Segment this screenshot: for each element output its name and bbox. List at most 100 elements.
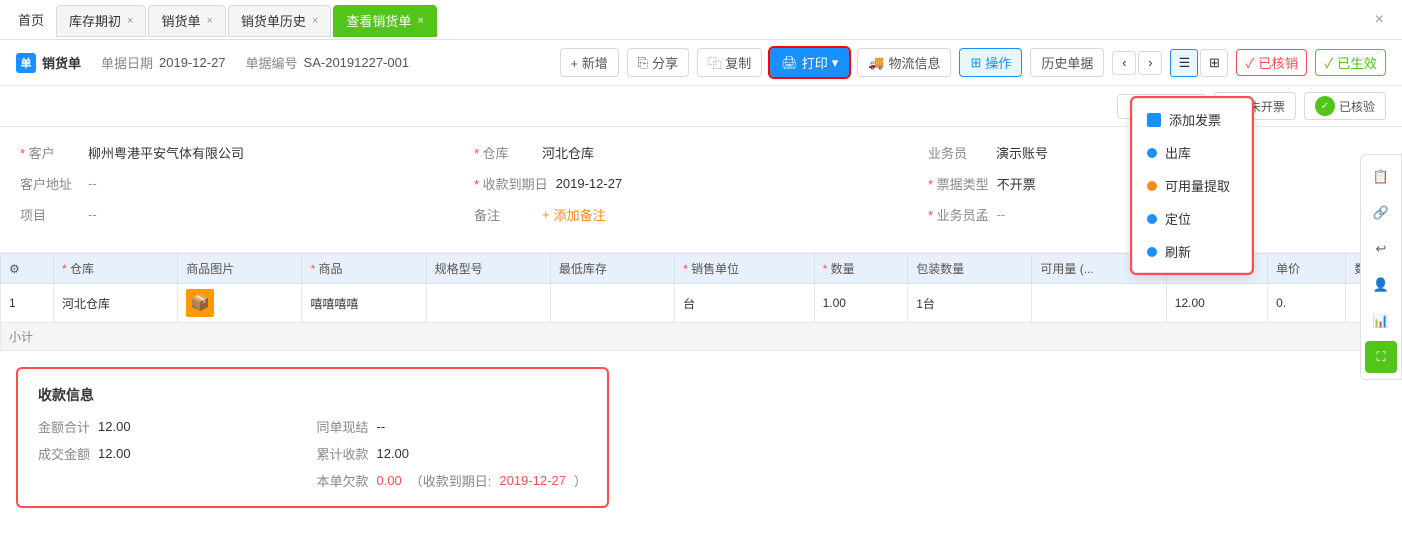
date-label: 单据日期 bbox=[101, 53, 153, 72]
tab-inventory-label: 库存期初 bbox=[69, 11, 121, 30]
nav-arrows: ‹ › bbox=[1112, 51, 1162, 75]
logistics-button[interactable]: 🚚 物流信息 bbox=[857, 48, 951, 77]
address-label: 客户地址 bbox=[20, 174, 80, 193]
product-img-icon: 📦 bbox=[190, 293, 210, 313]
th-min-stock: 最低库存 bbox=[550, 254, 674, 284]
sidebar-icon-expand[interactable]: ⛶ bbox=[1365, 341, 1397, 373]
payment-transaction: 成交金额 12.00 bbox=[38, 444, 308, 463]
sidebar-icon-user[interactable]: 👤 bbox=[1365, 269, 1397, 301]
refresh-icon bbox=[1147, 247, 1157, 257]
payment-transaction-label: 成交金额 bbox=[38, 444, 90, 463]
th-package: 包装数量 bbox=[908, 254, 1032, 284]
tab-view-sales[interactable]: 查看销货单 × bbox=[333, 5, 436, 37]
cell-package: 1台 bbox=[908, 284, 1032, 323]
not-open-label: 未开票 bbox=[1249, 98, 1285, 115]
th-unit: * 销售单位 bbox=[675, 254, 815, 284]
subtotal-row: 小计 bbox=[1, 323, 1402, 351]
warehouse-label: 仓库 bbox=[474, 143, 534, 162]
add-invoice-icon bbox=[1147, 113, 1161, 127]
tab-sales-label: 销货单 bbox=[161, 11, 200, 30]
status-effective-button[interactable]: ✓ 已生效 bbox=[1315, 49, 1386, 76]
share-label: 分享 bbox=[652, 53, 678, 72]
sidebar-icon-chart[interactable]: 📊 bbox=[1365, 305, 1397, 337]
sidebar-icon-link[interactable]: 🔗 bbox=[1365, 197, 1397, 229]
th-product: * 商品 bbox=[302, 254, 426, 284]
menu-item-outbound[interactable]: 出库 bbox=[1133, 136, 1251, 169]
tab-view-sales-label: 查看销货单 bbox=[346, 11, 411, 30]
operate-icon: ⊞ bbox=[970, 55, 981, 71]
warehouse-field: 仓库 河北仓库 bbox=[474, 143, 928, 162]
product-image: 📦 bbox=[186, 289, 214, 317]
share-icon: ⎘ bbox=[638, 55, 648, 71]
history-label: 历史单据 bbox=[1041, 53, 1093, 72]
doc-icon: 单 bbox=[16, 53, 36, 73]
operate-button[interactable]: ⊞ 操作 bbox=[959, 48, 1022, 77]
payment-grid: 金额合计 12.00 同单现结 -- 成交金额 12.00 累计收款 12.00 bbox=[38, 417, 587, 490]
tab-inventory-close[interactable]: × bbox=[127, 15, 133, 27]
th-settings[interactable]: ⚙ bbox=[1, 254, 54, 284]
cell-product: 嘻嘻嘻嘻 bbox=[302, 284, 426, 323]
customer-value: 柳州粤港平安气体有限公司 bbox=[88, 143, 244, 162]
history-records-button[interactable]: 历史单据 bbox=[1030, 48, 1104, 77]
tab-history[interactable]: 销货单历史 × bbox=[228, 5, 331, 37]
add-note-label: 添加备注 bbox=[554, 205, 606, 224]
tab-inventory[interactable]: 库存期初 × bbox=[56, 5, 146, 37]
invoice-type-value: 不开票 bbox=[997, 174, 1036, 193]
due-date-field: 收款到期日 2019-12-27 bbox=[474, 174, 928, 193]
cell-price: 0. bbox=[1268, 284, 1346, 323]
list-view-icon[interactable]: ☰ bbox=[1170, 49, 1198, 77]
sidebar-icon-doc[interactable]: 📋 bbox=[1365, 161, 1397, 193]
cell-available bbox=[1032, 284, 1166, 323]
note-label: 备注 bbox=[474, 205, 534, 224]
prev-arrow[interactable]: ‹ bbox=[1112, 51, 1136, 75]
menu-item-locate[interactable]: 定位 bbox=[1133, 202, 1251, 235]
payment-owed-value: 0.00 bbox=[376, 473, 401, 488]
plus-icon: + bbox=[542, 207, 550, 222]
code-label: 单据编号 bbox=[246, 53, 298, 72]
available-icon bbox=[1147, 181, 1157, 191]
tab-view-sales-close[interactable]: × bbox=[417, 15, 423, 27]
check-green-icon: ✓ bbox=[1324, 56, 1333, 71]
print-button[interactable]: 🖨 打印 ▾ bbox=[770, 48, 849, 77]
payment-total-value: 12.00 bbox=[98, 419, 131, 434]
payment-title: 收款信息 bbox=[38, 385, 587, 405]
cell-image: 📦 bbox=[178, 284, 302, 323]
add-invoice-label: 添加发票 bbox=[1169, 110, 1221, 129]
menu-item-available[interactable]: 可用量提取 bbox=[1133, 169, 1251, 202]
status-cancelled-button[interactable]: ✓ 已核销 bbox=[1236, 49, 1307, 76]
share-button[interactable]: ⎘ 分享 bbox=[627, 48, 689, 77]
logistics-label: 物流信息 bbox=[888, 53, 940, 72]
th-spec: 规格型号 bbox=[426, 254, 550, 284]
print-label: 打印 bbox=[802, 53, 828, 72]
tab-home[interactable]: 首页 bbox=[8, 10, 54, 29]
note-field: 备注 + 添加备注 bbox=[474, 205, 928, 224]
menu-item-add-invoice[interactable]: 添加发票 bbox=[1133, 103, 1251, 136]
staff2-value: -- bbox=[997, 207, 1006, 222]
payment-settlement: 同单现结 -- bbox=[316, 417, 586, 436]
payment-section: 收款信息 金额合计 12.00 同单现结 -- 成交金额 12.00 累计收款 … bbox=[0, 351, 1402, 532]
check-mark-button[interactable]: ✓ 已核验 bbox=[1304, 92, 1386, 120]
tab-history-close[interactable]: × bbox=[312, 15, 318, 27]
add-note-button[interactable]: + 添加备注 bbox=[542, 205, 606, 224]
payment-settlement-value: -- bbox=[376, 419, 385, 434]
available-label: 可用量提取 bbox=[1165, 176, 1230, 195]
address-field: 客户地址 -- bbox=[20, 174, 474, 193]
warehouse-value: 河北仓库 bbox=[542, 143, 594, 162]
cell-current: 12.00 bbox=[1166, 284, 1267, 323]
tab-sales[interactable]: 销货单 × bbox=[148, 5, 225, 37]
tab-bar: 首页 库存期初 × 销货单 × 销货单历史 × 查看销货单 × × bbox=[0, 0, 1402, 40]
menu-item-refresh[interactable]: 刷新 bbox=[1133, 235, 1251, 268]
payment-box: 收款信息 金额合计 12.00 同单现结 -- 成交金额 12.00 累计收款 … bbox=[16, 367, 609, 508]
tab-sales-close[interactable]: × bbox=[206, 15, 212, 27]
add-button[interactable]: + 新增 bbox=[560, 48, 619, 77]
settings-icon[interactable]: ⚙ bbox=[9, 262, 20, 276]
copy-button[interactable]: ⿻ 复制 bbox=[697, 48, 762, 77]
next-arrow[interactable]: › bbox=[1138, 51, 1162, 75]
sidebar-icon-reply[interactable]: ↩ bbox=[1365, 233, 1397, 265]
window-close[interactable]: × bbox=[1365, 11, 1394, 29]
check-icon: ✓ bbox=[1245, 56, 1254, 71]
doc-actions: + 新增 ⎘ 分享 ⿻ 复制 🖨 打印 ▾ 🚚 物流信息 ⊞ 操作 bbox=[560, 48, 1386, 77]
print-dropdown-icon: ▾ bbox=[832, 55, 839, 71]
grid-view-icon[interactable]: ⊞ bbox=[1200, 49, 1228, 77]
status-green-label: 已生效 bbox=[1337, 56, 1377, 71]
